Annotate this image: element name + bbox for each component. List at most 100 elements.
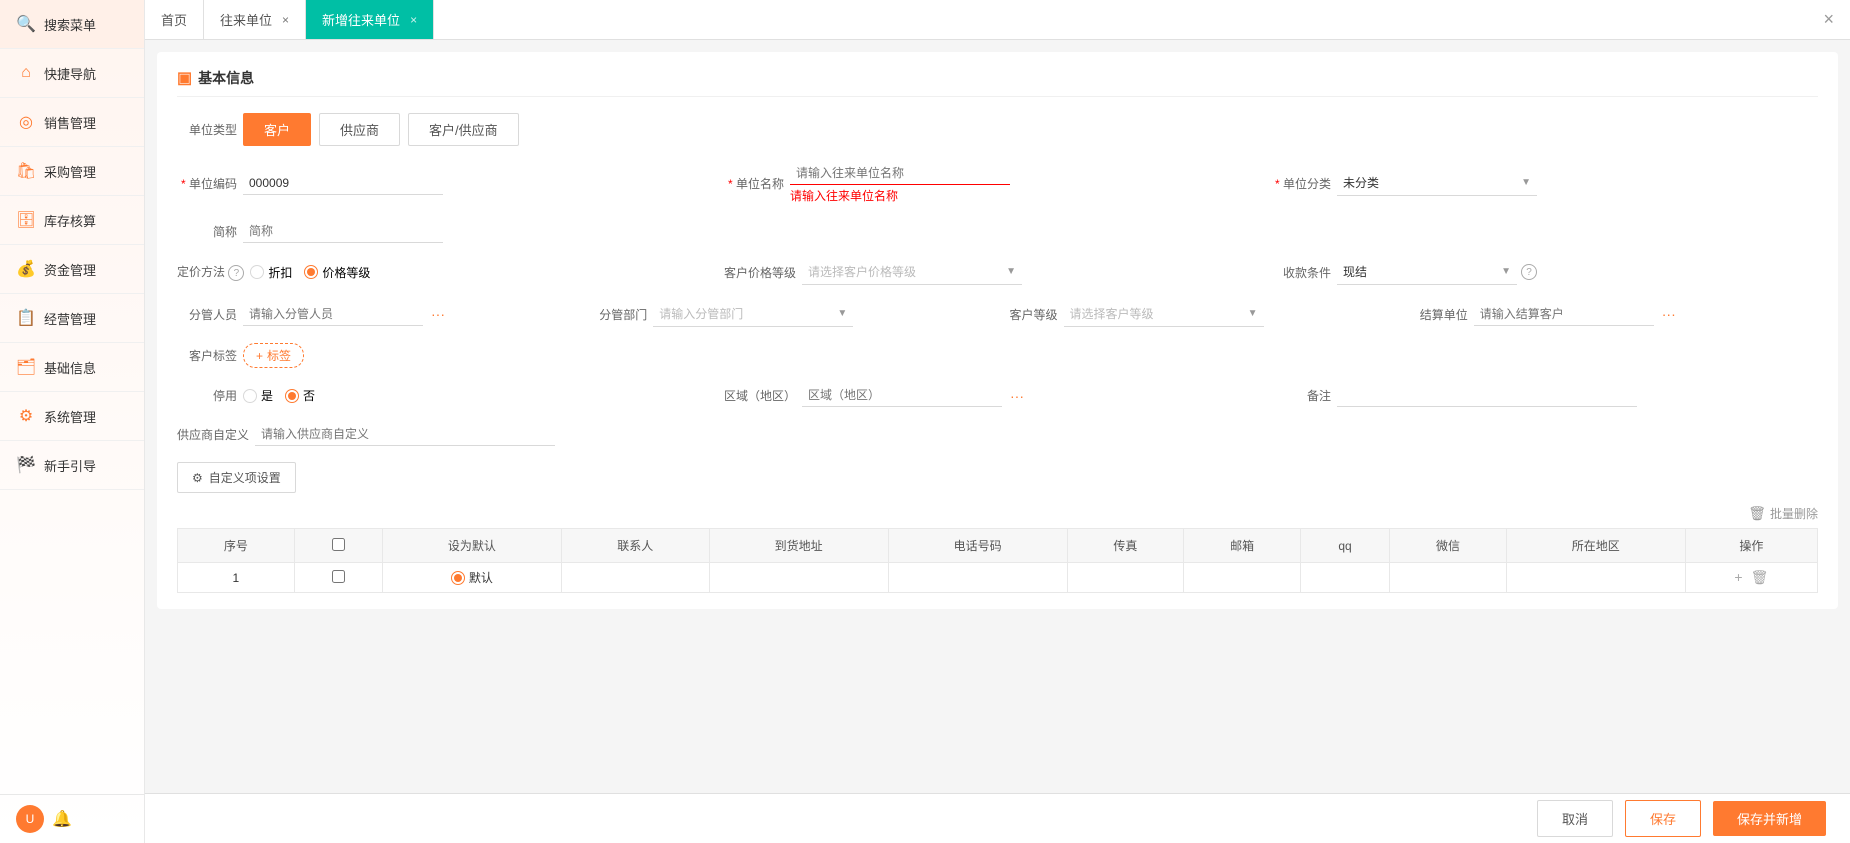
default-radio-item[interactable]: 默认 (391, 569, 553, 586)
add-row-icon[interactable]: + (1734, 569, 1742, 586)
short-name-label: 简称 (177, 223, 237, 240)
pricing-radio-discount[interactable]: 折扣 (250, 264, 292, 281)
cell-region (1506, 563, 1685, 593)
short-name-row: 简称 (177, 220, 1818, 243)
customer-price-level-label: 客户价格等级 (724, 264, 796, 281)
form-panel: ▣ 基本信息 单位类型 客户 供应商 客户/供应商 单位编码 (157, 52, 1838, 609)
department-select[interactable]: 请输入分管部门 ▼ (653, 301, 853, 327)
unit-type-row: 单位类型 客户 供应商 客户/供应商 (177, 113, 1818, 146)
col-fax: 传真 (1067, 529, 1184, 563)
content-area: ▣ 基本信息 单位类型 客户 供应商 客户/供应商 单位编码 (145, 40, 1850, 793)
tab-new-contact[interactable]: 新增往来单位 × (306, 0, 434, 39)
disabled-radio-no[interactable]: 否 (285, 387, 315, 404)
payment-terms-select[interactable]: 现结 ▼ (1337, 259, 1517, 285)
disabled-radio-yes[interactable]: 是 (243, 387, 273, 404)
cell-checkbox (294, 563, 382, 593)
short-name-field: 简称 (177, 220, 1818, 243)
short-name-input[interactable] (243, 220, 443, 243)
level-radio-dot (307, 268, 315, 276)
default-radio-dot (454, 574, 462, 582)
tab-home[interactable]: 首页 (145, 0, 204, 39)
plus-icon: + (256, 349, 263, 363)
search-icon: 🔍 (16, 14, 36, 34)
department-label: 分管部门 (587, 306, 647, 323)
save-new-button[interactable]: 保存并新增 (1713, 801, 1826, 836)
tab-contacts-close[interactable]: × (282, 13, 289, 27)
tags-row: 客户标签 + 标签 (177, 343, 1818, 368)
bulk-delete-label[interactable]: 批量删除 (1770, 505, 1818, 522)
tab-bar-close[interactable]: × (1807, 0, 1850, 39)
unit-btn-supplier[interactable]: 供应商 (319, 113, 400, 146)
unit-category-select[interactable]: 未分类 ▼ (1337, 170, 1537, 196)
settlement-more-btn[interactable]: ··· (1658, 306, 1680, 322)
customer-price-level-select[interactable]: 请选择客户价格等级 ▼ (802, 259, 1022, 285)
unit-type-field: 单位类型 客户 供应商 客户/供应商 (177, 113, 1818, 146)
manager-more-btn[interactable]: ··· (427, 306, 449, 322)
notes-input[interactable] (1337, 384, 1637, 407)
section-title: ▣ 基本信息 (177, 68, 1818, 97)
sidebar-item-basic[interactable]: 🗂 基础信息 (0, 343, 144, 392)
department-field: 分管部门 请输入分管部门 ▼ (587, 301, 997, 327)
save-button[interactable]: 保存 (1625, 800, 1701, 837)
settlement-unit-input[interactable] (1474, 303, 1654, 326)
pricing-help-icon[interactable]: ? (228, 265, 244, 281)
notification-icon[interactable]: 🔔 (52, 809, 72, 829)
unit-btn-customer[interactable]: 客户 (243, 113, 311, 146)
cell-default: 默认 (382, 563, 561, 593)
col-action: 操作 (1685, 529, 1817, 563)
region-input[interactable] (802, 384, 1002, 407)
settlement-unit-label: 结算单位 (1408, 306, 1468, 323)
customer-level-field: 客户等级 请选择客户等级 ▼ (998, 301, 1408, 327)
disabled-field: 停用 是 否 (177, 387, 724, 404)
notes-field: 备注 (1271, 384, 1818, 407)
sidebar-item-system[interactable]: ⚙ 系统管理 (0, 392, 144, 441)
payment-help-icon[interactable]: ? (1521, 264, 1537, 280)
unit-code-input[interactable] (243, 172, 443, 195)
disabled-label: 停用 (177, 387, 237, 404)
unit-category-field: 单位分类 未分类 ▼ (1271, 170, 1818, 196)
system-icon: ⚙ (16, 406, 36, 426)
select-all-checkbox[interactable] (332, 538, 345, 551)
sidebar-item-nav[interactable]: ⌂ 快捷导航 (0, 49, 144, 98)
cell-email (1184, 563, 1301, 593)
cell-action: + 🗑 (1685, 563, 1817, 593)
purchase-icon: 🛍 (16, 161, 36, 181)
sidebar-item-inventory[interactable]: 🗄 库存核算 (0, 196, 144, 245)
unit-name-input[interactable] (790, 162, 1010, 185)
pricing-radio-level[interactable]: 价格等级 (304, 264, 370, 281)
add-tag-button[interactable]: + 标签 (243, 343, 304, 368)
user-avatar: U (16, 805, 44, 833)
sidebar-item-search[interactable]: 🔍 搜索菜单 (0, 0, 144, 49)
sidebar-item-sales[interactable]: ◎ 销售管理 (0, 98, 144, 147)
tab-bar: 首页 往来单位 × 新增往来单位 × × (145, 0, 1850, 40)
sidebar-item-purchase[interactable]: 🛍 采购管理 (0, 147, 144, 196)
col-default: 设为默认 (382, 529, 561, 563)
cell-seq: 1 (178, 563, 295, 593)
delete-row-icon[interactable]: 🗑 (1751, 569, 1769, 586)
disabled-region-row: 停用 是 否 区 (177, 384, 1818, 407)
tab-new-contact-close[interactable]: × (410, 13, 417, 27)
unit-code-label: 单位编码 (177, 175, 237, 192)
cancel-button[interactable]: 取消 (1537, 800, 1613, 837)
col-email: 邮箱 (1184, 529, 1301, 563)
customize-settings-button[interactable]: ⚙ 自定义项设置 (177, 462, 296, 493)
cell-contact (561, 563, 709, 593)
unit-btn-both[interactable]: 客户/供应商 (408, 113, 519, 146)
price-level-chevron-icon: ▼ (1006, 266, 1016, 277)
row-checkbox[interactable] (332, 570, 345, 583)
sidebar-item-business[interactable]: 📋 经营管理 (0, 294, 144, 343)
bulk-delete-area: 🗑 批量删除 (177, 505, 1818, 522)
customer-price-level-field: 客户价格等级 请选择客户价格等级 ▼ (724, 259, 1271, 285)
region-more-btn[interactable]: ··· (1006, 388, 1028, 404)
supplier-custom-input[interactable] (255, 423, 555, 446)
region-label: 区域（地区） (724, 387, 796, 404)
gear-icon: ⚙ (192, 471, 203, 485)
manager-input[interactable] (243, 303, 423, 326)
code-name-category-row: 单位编码 单位名称 请输入往来单位名称 单位分类 未分类 (177, 162, 1818, 204)
table-row: 1 默认 (178, 563, 1818, 593)
tab-contacts[interactable]: 往来单位 × (204, 0, 306, 39)
tag-label: 标签 (267, 347, 291, 364)
sidebar-item-finance[interactable]: 💰 资金管理 (0, 245, 144, 294)
sidebar-item-guide[interactable]: 🏁 新手引导 (0, 441, 144, 490)
customer-level-select[interactable]: 请选择客户等级 ▼ (1064, 301, 1264, 327)
